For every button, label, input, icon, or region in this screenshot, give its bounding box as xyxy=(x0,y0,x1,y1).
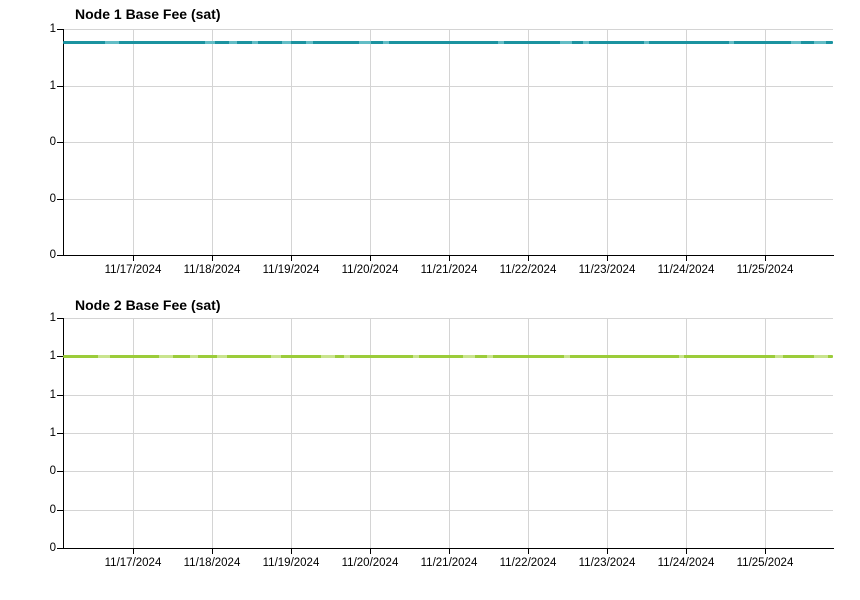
x-tick-label: 11/24/2024 xyxy=(657,557,715,569)
gridline-horizontal xyxy=(63,433,833,434)
charts-canvas: Node 1 Base Fee (sat) 11/17/2024 11/18/20… xyxy=(0,0,860,600)
x-tick-label: 11/23/2024 xyxy=(578,557,636,569)
x-tick-label: 11/19/2024 xyxy=(262,557,320,569)
x-tick-label: 11/22/2024 xyxy=(499,557,557,569)
y-tick-label: 0 xyxy=(49,542,56,554)
series-marker xyxy=(344,354,351,358)
x-axis-line xyxy=(63,548,834,549)
chart-title: Node 2 Base Fee (sat) xyxy=(75,297,221,313)
series-line xyxy=(63,354,833,358)
series-marker xyxy=(190,354,199,358)
x-tick-label: 11/18/2024 xyxy=(183,557,241,569)
y-tick-label: 1 xyxy=(49,312,56,324)
node2-base-fee-chart: Node 2 Base Fee (sat) 11/17/2024 11/18/20… xyxy=(0,0,860,600)
series-marker xyxy=(217,354,227,358)
series-marker xyxy=(159,354,174,358)
y-tick-label: 1 xyxy=(49,388,56,401)
series-marker xyxy=(270,354,281,358)
y-tick-label: 0 xyxy=(49,465,56,478)
gridline-horizontal xyxy=(63,509,833,511)
y-axis-line xyxy=(63,318,64,548)
x-tick-label: 11/20/2024 xyxy=(341,557,399,569)
gridline-horizontal xyxy=(63,394,833,396)
series-marker xyxy=(320,354,335,358)
series-marker xyxy=(463,354,476,358)
series-marker xyxy=(413,354,420,358)
x-tick-label: 11/25/2024 xyxy=(736,557,794,569)
series-marker xyxy=(486,354,493,358)
series-marker xyxy=(97,354,110,358)
series-marker xyxy=(563,354,570,358)
gridline-horizontal xyxy=(63,471,833,473)
x-tick-label: 11/17/2024 xyxy=(104,557,162,569)
y-tick-label: 1 xyxy=(49,350,56,363)
x-tick-label: 11/21/2024 xyxy=(420,557,478,569)
series-marker xyxy=(679,354,684,358)
y-tick-label: 1 xyxy=(49,427,56,439)
gridline-horizontal xyxy=(63,318,833,319)
series-marker xyxy=(775,354,784,358)
series-marker xyxy=(813,354,828,358)
y-tick-label: 0 xyxy=(49,503,56,516)
